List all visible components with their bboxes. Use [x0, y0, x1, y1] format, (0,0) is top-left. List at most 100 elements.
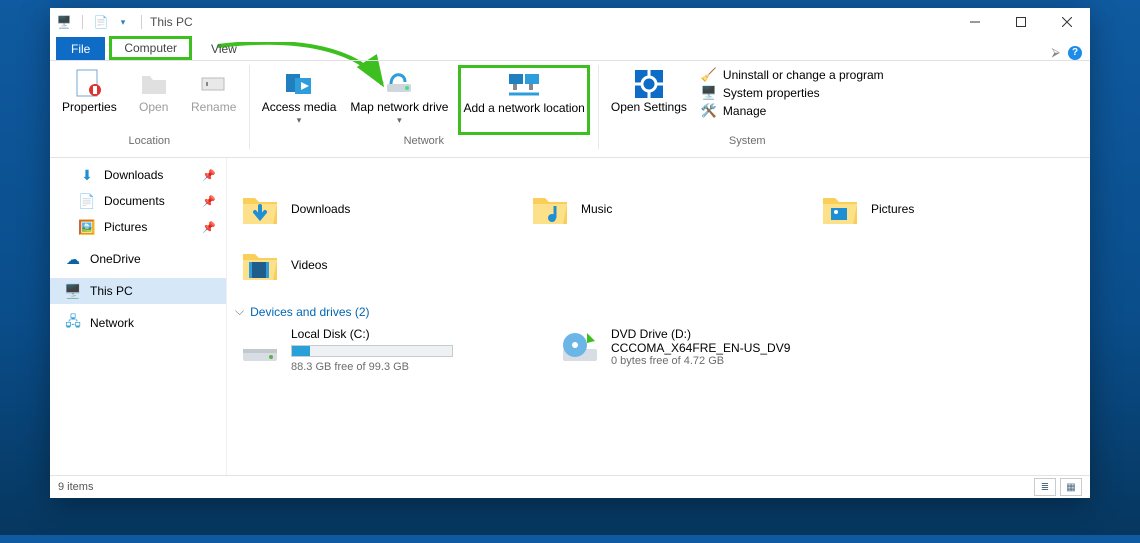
- close-button[interactable]: [1044, 8, 1090, 36]
- maximize-button[interactable]: [998, 8, 1044, 36]
- nav-downloads[interactable]: ⬇ Downloads 📌: [50, 162, 226, 188]
- pin-icon[interactable]: 📌: [202, 221, 216, 234]
- title-bar: 🖥️ 📄 ▾ This PC: [50, 8, 1090, 36]
- folder-label: Music: [581, 202, 612, 216]
- quick-access-toolbar: 🖥️ 📄 ▾: [56, 14, 146, 30]
- properties-label: Properties: [62, 101, 117, 115]
- nav-pictures[interactable]: 🖼️ Pictures 📌: [50, 214, 226, 240]
- chevron-down-icon[interactable]: ⌵: [235, 304, 244, 319]
- help-icon[interactable]: ?: [1068, 46, 1082, 60]
- ribbon: Properties Open Rename Location: [50, 61, 1090, 158]
- capacity-bar: [291, 345, 453, 357]
- drive-name: DVD Drive (D:): [611, 327, 790, 341]
- drive-meta: Local Disk (C:) 88.3 GB free of 99.3 GB: [291, 327, 453, 373]
- separator: [82, 15, 83, 29]
- folder-label: Pictures: [871, 202, 914, 216]
- system-properties-icon: 🖥️: [701, 85, 717, 101]
- folder-music[interactable]: Music: [529, 188, 739, 230]
- folder-icon: [239, 188, 281, 230]
- rename-icon: [197, 67, 231, 101]
- pin-icon[interactable]: 📌: [202, 195, 216, 208]
- this-pc-icon: 🖥️: [64, 282, 82, 300]
- uninstall-label: Uninstall or change a program: [723, 68, 884, 82]
- access-media-label: Access media: [262, 101, 337, 115]
- tab-computer[interactable]: Computer: [109, 36, 192, 60]
- ribbon-collapse-icon[interactable]: ⮚: [1051, 45, 1060, 60]
- nav-this-pc[interactable]: 🖥️ This PC: [50, 278, 226, 304]
- nav-network[interactable]: 🖧 Network: [50, 310, 226, 336]
- status-bar: 9 items ≣ ▦: [50, 475, 1090, 498]
- dvd-icon: [559, 327, 601, 369]
- nav-label: Pictures: [104, 220, 147, 234]
- drive-free-text: 88.3 GB free of 99.3 GB: [291, 361, 453, 373]
- system-properties-button[interactable]: 🖥️ System properties: [701, 85, 884, 101]
- details-view-button[interactable]: ≣: [1034, 478, 1056, 496]
- rename-button: Rename: [187, 65, 241, 135]
- manage-icon: 🛠️: [701, 103, 717, 119]
- folder-icon: [529, 188, 571, 230]
- drive-meta: DVD Drive (D:) CCCOMA_X64FRE_EN-US_DV9 0…: [611, 327, 790, 373]
- nav-label: This PC: [90, 284, 133, 298]
- section-label: Devices and drives (2): [250, 305, 369, 319]
- ribbon-group-location: Properties Open Rename Location: [50, 65, 250, 149]
- tab-file[interactable]: File: [56, 37, 105, 60]
- nav-onedrive[interactable]: ☁ OneDrive: [50, 246, 226, 272]
- folder-icon: [239, 244, 281, 286]
- content-pane: placeholder Downloads Music: [227, 158, 1090, 475]
- tab-view[interactable]: View: [196, 37, 252, 60]
- nav-documents[interactable]: 📄 Documents 📌: [50, 188, 226, 214]
- media-icon: [282, 67, 316, 101]
- ribbon-group-network: Access media ▾ Map network drive ▾ Add a…: [250, 65, 599, 149]
- drive-free-text: 0 bytes free of 4.72 GB: [611, 355, 790, 367]
- group-title-location: Location: [129, 135, 171, 149]
- properties-qat-icon[interactable]: 📄: [93, 14, 109, 30]
- pictures-icon: 🖼️: [78, 218, 96, 236]
- drive-dvd-d[interactable]: DVD Drive (D:) CCCOMA_X64FRE_EN-US_DV9 0…: [559, 327, 819, 373]
- manage-label: Manage: [723, 104, 766, 118]
- qat-dropdown-icon[interactable]: ▾: [115, 14, 131, 30]
- open-folder-icon: [137, 67, 171, 101]
- access-media-button[interactable]: Access media ▾: [258, 65, 341, 135]
- properties-button[interactable]: Properties: [58, 65, 121, 135]
- open-settings-button[interactable]: Open Settings: [607, 65, 691, 135]
- large-icons-view-button[interactable]: ▦: [1060, 478, 1082, 496]
- map-drive-button[interactable]: Map network drive ▾: [346, 65, 452, 135]
- section-devices-drives[interactable]: ⌵ Devices and drives (2): [235, 304, 1078, 319]
- hdd-icon: [239, 327, 281, 369]
- rename-label: Rename: [191, 101, 236, 115]
- window-title: This PC: [150, 15, 193, 29]
- explorer-window: 🖥️ 📄 ▾ This PC File Computer View ⮚ ?: [50, 8, 1090, 498]
- separator: [141, 15, 142, 29]
- navigation-pane: ⬇ Downloads 📌 📄 Documents 📌 🖼️ Pictures …: [50, 158, 227, 475]
- group-title-network: Network: [404, 135, 444, 149]
- nav-label: Downloads: [104, 168, 163, 182]
- map-drive-icon: [382, 67, 416, 101]
- dropdown-icon: ▾: [297, 115, 302, 125]
- explorer-body: ⬇ Downloads 📌 📄 Documents 📌 🖼️ Pictures …: [50, 158, 1090, 475]
- drive-volume-label: CCCOMA_X64FRE_EN-US_DV9: [611, 341, 790, 355]
- window-controls: [952, 8, 1090, 36]
- pin-icon[interactable]: 📌: [202, 169, 216, 182]
- open-settings-label: Open Settings: [611, 101, 687, 115]
- add-location-icon: [507, 68, 541, 102]
- folder-icon: [819, 188, 861, 230]
- manage-button[interactable]: 🛠️ Manage: [701, 103, 884, 119]
- folder-downloads[interactable]: Downloads: [239, 188, 449, 230]
- nav-label: Documents: [104, 194, 165, 208]
- dropdown-icon: ▾: [397, 115, 402, 125]
- drive-name: Local Disk (C:): [291, 327, 453, 341]
- item-count: 9 items: [58, 481, 93, 493]
- ribbon-tabs: File Computer View ⮚ ?: [50, 36, 1090, 61]
- uninstall-button[interactable]: 🧹 Uninstall or change a program: [701, 67, 884, 83]
- minimize-button[interactable]: [952, 8, 998, 36]
- uninstall-icon: 🧹: [701, 67, 717, 83]
- add-network-location-button[interactable]: Add a network location: [458, 65, 589, 135]
- drive-local-c[interactable]: Local Disk (C:) 88.3 GB free of 99.3 GB: [239, 327, 499, 373]
- folder-pictures[interactable]: Pictures: [819, 188, 1029, 230]
- group-title-system: System: [729, 135, 766, 149]
- folder-videos[interactable]: Videos: [239, 244, 449, 286]
- properties-icon: [72, 67, 106, 101]
- nav-label: OneDrive: [90, 252, 141, 266]
- system-properties-label: System properties: [723, 86, 820, 100]
- nav-label: Network: [90, 316, 134, 330]
